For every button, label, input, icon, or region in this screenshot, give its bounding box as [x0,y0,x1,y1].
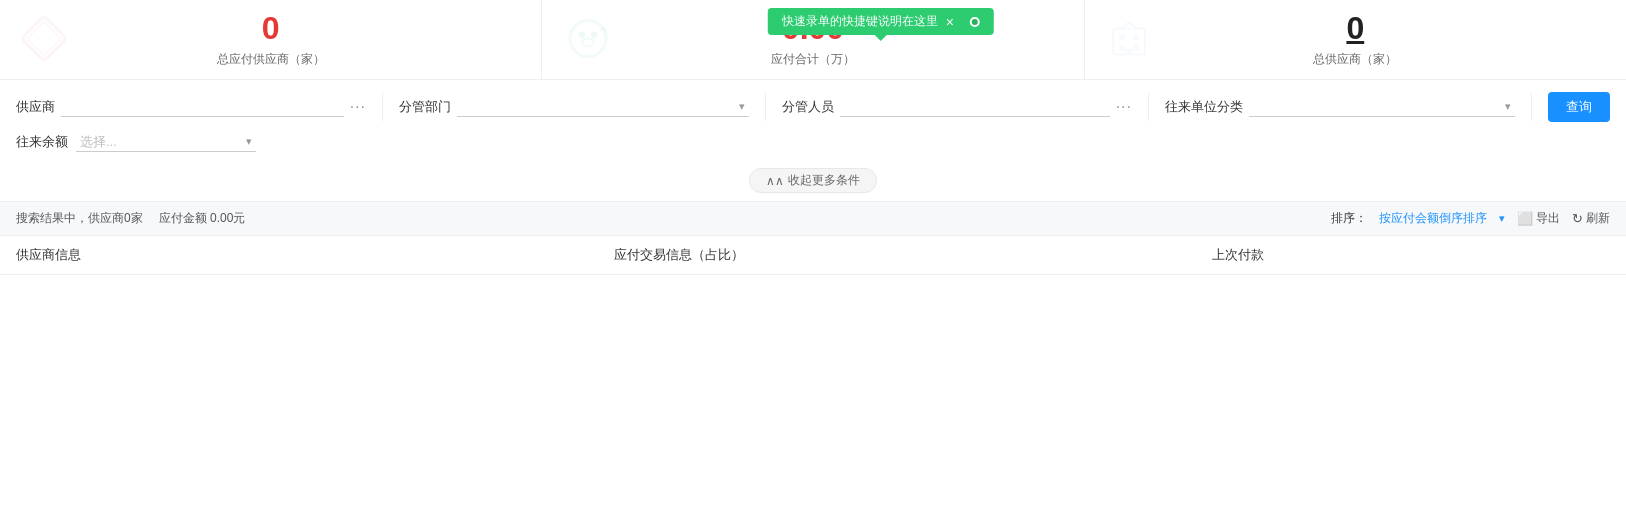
sort-chevron-icon: ▾ [1499,212,1505,225]
balance-select[interactable]: 选择... [76,132,256,151]
dept-filter-group: 分管部门 ▾ [399,97,749,117]
sort-value[interactable]: 按应付会额倒序排序 [1379,210,1487,227]
svg-rect-7 [1119,34,1125,40]
supplier-label: 供应商 [16,98,55,116]
payable-suppliers-value: 0 [262,11,280,46]
svg-point-4 [591,31,597,37]
tooltip-text: 快速录单的快捷键说明在这里 [782,13,938,30]
diamond-icon [20,14,68,65]
export-button[interactable]: ⬜ 导出 [1517,210,1560,227]
svg-rect-10 [1133,44,1139,50]
collapse-label: 收起更多条件 [788,172,860,189]
filter-row-2: 往来余额 选择... ▾ [16,132,1610,152]
supplier-input[interactable] [61,97,344,117]
svg-point-3 [579,31,585,37]
balance-select-wrap: 选择... ▾ [76,132,256,152]
divider-1 [382,93,383,121]
results-bar: 搜索结果中，供应商0家 应付金额 0.00元 排序： 按应付会额倒序排序 ▾ ⬜… [0,202,1626,236]
refresh-button[interactable]: ↻ 刷新 [1572,210,1610,227]
dept-select[interactable] [457,97,749,116]
svg-rect-8 [1133,34,1139,40]
sort-label: 排序： [1331,210,1367,227]
collapse-up-icon: ∧∧ [766,174,784,188]
filter-row-1: 供应商 ··· 分管部门 ▾ 分管人员 ··· 往来单位分类 [16,92,1610,122]
divider-3 [1148,93,1149,121]
category-filter-group: 往来单位分类 ▾ [1165,97,1515,117]
svg-point-5 [582,38,594,46]
person-filter-group: 分管人员 ··· [782,97,1132,117]
dept-label: 分管部门 [399,98,451,116]
total-suppliers-label: 总供应商（家） [1313,51,1397,68]
dept-select-wrap: ▾ [457,97,749,117]
divider-2 [765,93,766,121]
shortcut-tooltip: 快速录单的快捷键说明在这里 × [768,8,994,35]
export-icon: ⬜ [1517,211,1533,226]
filter-bar: 供应商 ··· 分管部门 ▾ 分管人员 ··· 往来单位分类 [0,80,1626,202]
payable-total-label: 应付合计（万） [771,51,855,68]
supplier-more-btn[interactable]: ··· [350,98,366,116]
results-actions: 排序： 按应付会额倒序排序 ▾ ⬜ 导出 ↻ 刷新 [1331,210,1610,227]
divider-4 [1531,93,1532,121]
collapse-bar: ∧∧ 收起更多条件 [16,162,1610,201]
results-amount: 应付金额 0.00元 [159,210,246,227]
total-suppliers-value: 0 [1346,11,1364,46]
building-icon [1105,14,1153,65]
export-label: 导出 [1536,210,1560,227]
svg-rect-11 [1125,48,1133,54]
svg-rect-9 [1119,44,1125,50]
stats-bar: 0 总应付供应商（家） 0.00 应付合计（万） 快速录单的快捷键说明在这里 × [0,0,1626,80]
col-lastpay-header: 上次付款 [1212,246,1611,264]
supplier-filter-group: 供应商 ··· [16,97,366,117]
stat-payable-total: 0.00 应付合计（万） 快速录单的快捷键说明在这里 × [542,0,1084,79]
search-button[interactable]: 查询 [1548,92,1610,122]
person-more-btn[interactable]: ··· [1116,98,1132,116]
refresh-icon: ↻ [1572,211,1583,226]
stat-total-payable-suppliers: 0 总应付供应商（家） [0,0,542,79]
payable-suppliers-label: 总应付供应商（家） [217,51,325,68]
category-select-wrap: ▾ [1249,97,1515,117]
stat-total-suppliers: 0 总供应商（家） [1085,0,1626,79]
tooltip-indicator [970,17,980,27]
collapse-button[interactable]: ∧∧ 收起更多条件 [749,168,877,193]
results-summary: 搜索结果中，供应商0家 [16,210,143,227]
person-input[interactable] [840,97,1110,117]
table-body [0,275,1626,515]
pig-icon [562,12,614,67]
category-select[interactable] [1249,97,1515,116]
person-label: 分管人员 [782,98,834,116]
results-info: 搜索结果中，供应商0家 应付金额 0.00元 [16,210,245,227]
col-supplier-header: 供应商信息 [16,246,614,264]
col-transaction-header: 应付交易信息（占比） [614,246,1212,264]
refresh-label: 刷新 [1586,210,1610,227]
tooltip-close-btn[interactable]: × [946,15,954,29]
balance-label: 往来余额 [16,133,68,151]
category-label: 往来单位分类 [1165,98,1243,116]
table-header: 供应商信息 应付交易信息（占比） 上次付款 [0,236,1626,275]
